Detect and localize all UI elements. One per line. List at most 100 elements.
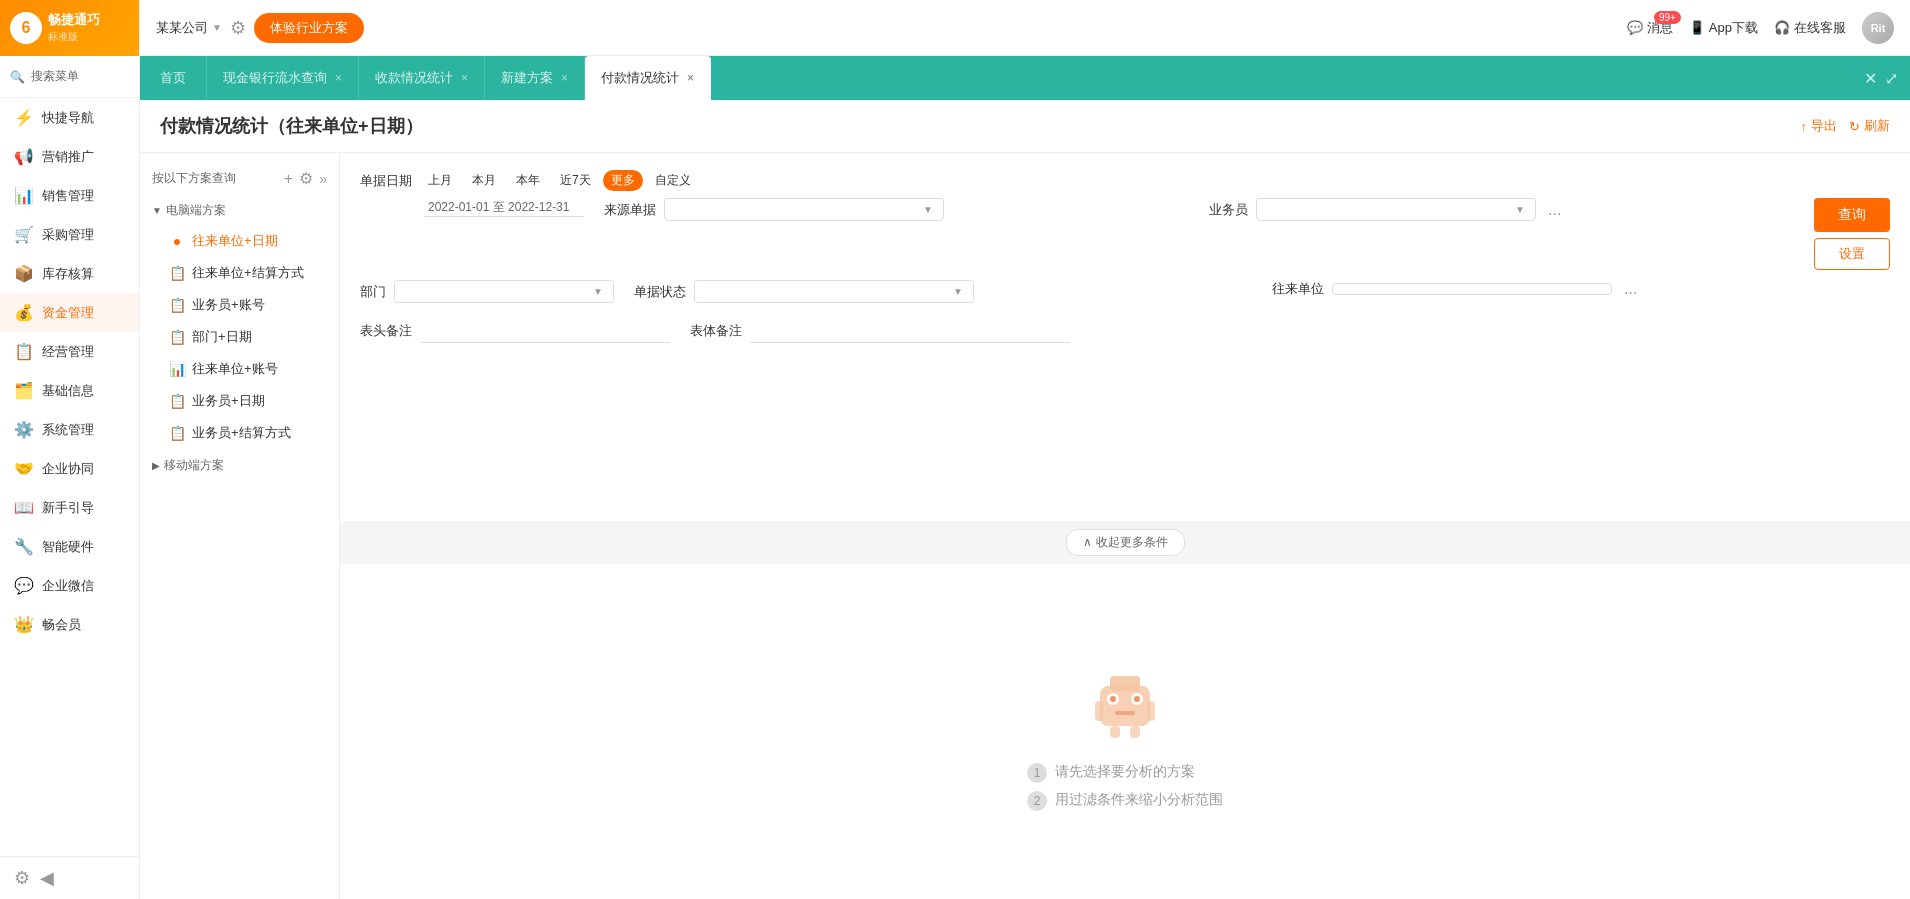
tab-new-scheme[interactable]: 新建方案 ×	[485, 56, 585, 100]
date-option-last-month[interactable]: 上月	[420, 169, 460, 192]
dept-arrow: ▼	[593, 286, 603, 297]
scheme-item-salesman-settlement[interactable]: 📋 业务员+结算方式	[140, 417, 339, 449]
sidebar-item-system[interactable]: ⚙️ 系统管理	[0, 410, 139, 449]
body-remark-input[interactable]	[750, 319, 1070, 343]
page-header: 付款情况统计（往来单位+日期） ↑ 导出 ↻ 刷新	[140, 100, 1910, 153]
sidebar-item-enterprise[interactable]: 🤝 企业协同	[0, 449, 139, 488]
main-content: 某某公司 ▼ ⚙ 体验行业方案 💬 消息 99+ 📱 App下载 🎧 在线客服 …	[140, 0, 1910, 899]
salesman-dots[interactable]: ...	[1548, 201, 1561, 219]
scheme-chart-icon: 📊	[168, 361, 186, 377]
sidebar-item-inventory[interactable]: 📦 库存核算	[0, 254, 139, 293]
refresh-btn[interactable]: ↻ 刷新	[1849, 117, 1890, 135]
salesman-filter: 业务员 ▼ ...	[1209, 198, 1794, 221]
sidebar-item-operation[interactable]: 📋 经营管理	[0, 332, 139, 371]
scheme-item-counterparty-account[interactable]: 📊 往来单位+账号	[140, 353, 339, 385]
collapse-filter-button[interactable]: ∧ 收起更多条件	[1066, 529, 1185, 556]
panel-collapse-icon[interactable]: »	[319, 171, 327, 187]
tab-payment-stats-close[interactable]: ×	[687, 71, 694, 85]
date-option-custom[interactable]: 自定义	[647, 169, 699, 192]
search-label: 搜索菜单	[31, 68, 79, 85]
brand-name: 畅捷通巧	[48, 12, 100, 29]
profile-dropdown-icon: ▼	[212, 22, 222, 33]
dept-select[interactable]: ▼	[394, 280, 614, 303]
date-range-input[interactable]	[424, 198, 584, 217]
voucher-status-filter: 单据状态 ▼	[634, 280, 1252, 303]
tab-close-all-icon[interactable]: ✕	[1864, 69, 1877, 88]
tab-receipt-stats[interactable]: 收款情况统计 ×	[359, 56, 485, 100]
messages-badge: 99+	[1654, 11, 1681, 24]
date-option-7days[interactable]: 近7天	[552, 169, 599, 192]
sidebar-item-wechat[interactable]: 💬 企业微信	[0, 566, 139, 605]
profile-text: 某某公司	[156, 19, 208, 37]
salesman-select[interactable]: ▼	[1256, 198, 1536, 221]
salesman-arrow: ▼	[1515, 204, 1525, 215]
body-wrap: 按以下方案查询 + ⚙ » ▼ 电脑端方案 ● 往来单位+日期	[140, 153, 1910, 899]
desktop-group-title[interactable]: ▼ 电脑端方案	[140, 196, 339, 225]
finance-icon: 💰	[14, 303, 34, 322]
tab-bank-flow-close[interactable]: ×	[335, 71, 342, 85]
messages-btn[interactable]: 💬 消息 99+	[1627, 19, 1673, 37]
tab-payment-stats[interactable]: 付款情况统计 ×	[585, 56, 711, 100]
add-scheme-icon[interactable]: +	[284, 170, 293, 188]
page-actions: ↑ 导出 ↻ 刷新	[1801, 117, 1891, 135]
voucher-status-select[interactable]: ▼	[694, 280, 974, 303]
guide-icon: 📖	[14, 498, 34, 517]
date-option-more[interactable]: 更多	[603, 170, 643, 191]
tab-maximize-icon[interactable]: ⤢	[1885, 69, 1898, 88]
tab-receipt-stats-close[interactable]: ×	[461, 71, 468, 85]
search-area[interactable]: 🔍 搜索菜单	[0, 56, 139, 98]
desktop-group-label: 电脑端方案	[166, 202, 226, 219]
svg-rect-10	[1130, 726, 1140, 738]
search-menu-btn[interactable]: 🔍 搜索菜单	[10, 64, 129, 89]
mobile-group-title[interactable]: ▶ 移动端方案	[140, 449, 339, 482]
sidebar-item-marketing[interactable]: 📢 营销推广	[0, 137, 139, 176]
tab-new-scheme-close[interactable]: ×	[561, 71, 568, 85]
tab-bar-actions: ✕ ⤢	[1852, 56, 1910, 100]
query-button[interactable]: 查询	[1814, 198, 1890, 232]
sidebar-item-quick-nav[interactable]: ⚡ 快捷导航	[0, 98, 139, 137]
left-panel: 按以下方案查询 + ⚙ » ▼ 电脑端方案 ● 往来单位+日期	[140, 153, 340, 899]
settings-button[interactable]: 设置	[1814, 238, 1890, 270]
sidebar-item-label: 快捷导航	[42, 109, 94, 127]
scheme-item-counterparty-settlement[interactable]: 📋 往来单位+结算方式	[140, 257, 339, 289]
body-remark-label: 表体备注	[690, 322, 742, 340]
tab-home[interactable]: 首页	[140, 56, 207, 100]
scheme-settings-icon[interactable]: ⚙	[299, 169, 313, 188]
sidebar-item-sales[interactable]: 📊 销售管理	[0, 176, 139, 215]
sidebar-item-finance[interactable]: 💰 资金管理	[0, 293, 139, 332]
scheme-item-counterparty-date[interactable]: ● 往来单位+日期	[140, 225, 339, 257]
sidebar-item-member[interactable]: 👑 畅会员	[0, 605, 139, 644]
header-remark-input[interactable]	[420, 319, 670, 343]
footer-settings-icon[interactable]: ⚙	[14, 867, 30, 889]
online-service-btn[interactable]: 🎧 在线客服	[1774, 19, 1846, 37]
trial-button[interactable]: 体验行业方案	[254, 13, 364, 43]
footer-collapse-icon[interactable]: ◀	[40, 867, 54, 889]
sidebar-item-label: 企业微信	[42, 577, 94, 595]
sidebar-item-guide[interactable]: 📖 新手引导	[0, 488, 139, 527]
counterparty-select[interactable]	[1332, 283, 1612, 295]
scheme-item-salesman-date[interactable]: 📋 业务员+日期	[140, 385, 339, 417]
sidebar-item-basic[interactable]: 🗂️ 基础信息	[0, 371, 139, 410]
counterparty-dots[interactable]: ...	[1624, 280, 1637, 298]
sidebar-item-label: 营销推广	[42, 148, 94, 166]
source-voucher-select[interactable]: ▼	[664, 198, 944, 221]
sidebar-item-purchase[interactable]: 🛒 采购管理	[0, 215, 139, 254]
top-bar-right: 💬 消息 99+ 📱 App下载 🎧 在线客服 Rit	[1627, 12, 1894, 44]
query-btn-area: 查询 设置	[1814, 198, 1890, 270]
user-avatar[interactable]: Rit	[1862, 12, 1894, 44]
tab-bank-flow[interactable]: 现金银行流水查询 ×	[207, 56, 359, 100]
left-panel-actions: + ⚙ »	[284, 169, 327, 188]
sidebar-item-hardware[interactable]: 🔧 智能硬件	[0, 527, 139, 566]
collapse-label: 收起更多条件	[1096, 534, 1168, 551]
scheme-item-dept-date[interactable]: 📋 部门+日期	[140, 321, 339, 353]
date-option-this-month[interactable]: 本月	[464, 169, 504, 192]
topbar-settings-icon[interactable]: ⚙	[230, 17, 246, 39]
app-download-btn[interactable]: 📱 App下载	[1689, 19, 1758, 37]
tab-receipt-stats-label: 收款情况统计	[375, 69, 453, 87]
date-option-this-year[interactable]: 本年	[508, 169, 548, 192]
export-btn[interactable]: ↑ 导出	[1801, 117, 1838, 135]
sidebar-item-label: 新手引导	[42, 499, 94, 517]
voucher-date-label: 单据日期	[360, 172, 412, 190]
scheme-item-salesman-account[interactable]: 📋 业务员+账号	[140, 289, 339, 321]
profile-area[interactable]: 某某公司 ▼	[156, 19, 222, 37]
